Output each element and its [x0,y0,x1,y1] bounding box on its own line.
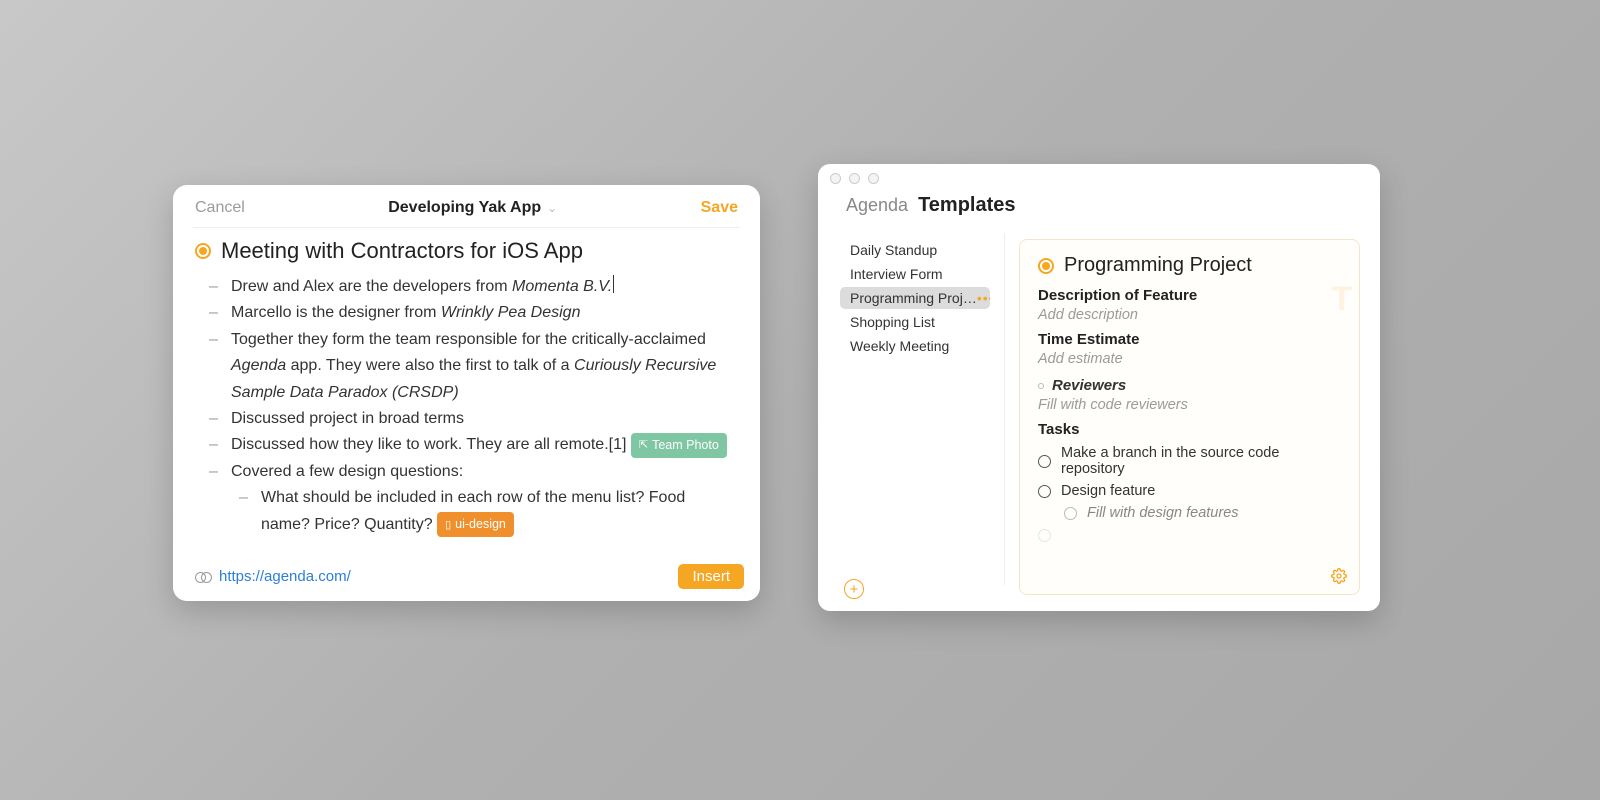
project-selector[interactable]: Developing Yak App ⌄ [388,199,557,217]
time-placeholder[interactable]: Add estimate [1038,351,1341,367]
sidebar-item-weekly-meeting[interactable]: Weekly Meeting [840,335,990,357]
divider [193,227,740,228]
sidebar-item-programming-project[interactable]: Programming Proj…••• [840,287,990,309]
project-title: Developing Yak App [388,199,541,217]
sidebar-item-label: Interview Form [850,266,943,282]
gear-icon[interactable] [1331,568,1347,584]
bullet-text: Drew and Alex are the developers from [231,278,512,295]
description-placeholder[interactable]: Add description [1038,307,1341,323]
task-text [1061,527,1065,543]
checkbox-icon[interactable] [1038,529,1051,542]
attachment-chip[interactable]: ⇱Team Photo [631,433,727,458]
bullet-text: Marcello is the designer from [231,304,441,321]
sidebar-item-daily-standup[interactable]: Daily Standup [840,239,990,261]
tasks-list: Make a branch in the source code reposit… [1038,442,1341,546]
bullet-emphasis: Wrinkly Pea Design [441,304,581,321]
sidebar-item-interview-form[interactable]: Interview Form [840,263,990,285]
task-row[interactable]: Fill with design features [1038,502,1341,524]
bullet-text: Discussed project in broad terms [231,406,730,432]
cancel-button[interactable]: Cancel [195,199,245,217]
bullet-emphasis: Momenta B.V. [512,278,612,295]
minimize-traffic-light[interactable] [849,173,860,184]
tag-icon: ▯ [445,516,451,534]
bullet-text: Discussed how they like to work. They ar… [231,436,631,453]
bullet-icon [1038,383,1044,389]
attachment-icon: ⇱ [639,436,648,454]
insert-button[interactable]: Insert [678,564,744,589]
editor-header: Cancel Developing Yak App ⌄ Save [173,185,760,227]
task-row[interactable]: Make a branch in the source code reposit… [1038,442,1341,480]
templates-sidebar: Daily Standup Interview Form Programming… [840,239,990,595]
section-time-heading: Time Estimate [1038,331,1341,348]
template-title[interactable]: Programming Project [1064,254,1252,277]
reviewers-placeholder[interactable]: Fill with code reviewers [1038,397,1341,413]
link-icon [195,572,211,582]
agenda-dot-icon [1038,258,1054,274]
sidebar-item-label: Daily Standup [850,242,937,258]
task-text: Make a branch in the source code reposit… [1061,445,1341,477]
chip-label: Team Photo [652,435,719,456]
window-controls [818,164,1380,184]
task-row[interactable] [1038,524,1341,546]
section-description-heading: Description of Feature [1038,287,1341,304]
section-reviewers-heading: Reviewers [1052,377,1126,394]
tab-bar: Agenda Templates [818,184,1380,221]
task-text: Fill with design features [1087,505,1239,521]
link-url: https://agenda.com/ [219,568,351,585]
more-icon[interactable]: ••• [977,290,990,306]
text-cursor [613,275,614,293]
chip-label: ui-design [455,514,506,535]
note-title[interactable]: Meeting with Contractors for iOS App [221,238,583,264]
vertical-separator [1004,233,1005,585]
checkbox-icon[interactable] [1038,455,1051,468]
editor-footer: https://agenda.com/ Insert [173,554,760,601]
section-tasks-heading: Tasks [1038,421,1341,438]
tag-chip[interactable]: ▯ui-design [437,512,514,537]
bullet-emphasis: Agenda [231,357,286,374]
sidebar-item-label: Shopping List [850,314,935,330]
bullet-text: Covered a few design questions: [231,459,730,485]
bullet-text: app. They were also the first to talk of… [286,357,574,374]
chevron-down-icon: ⌄ [547,201,557,215]
note-editor-card: Cancel Developing Yak App ⌄ Save Meeting… [173,185,760,601]
zoom-traffic-light[interactable] [868,173,879,184]
note-body[interactable]: Meeting with Contractors for iOS App Dre… [173,234,760,554]
sidebar-item-label: Programming Proj… [850,290,977,306]
save-button[interactable]: Save [701,199,738,217]
add-template-button[interactable]: + [844,579,864,599]
checkbox-icon[interactable] [1064,507,1077,520]
task-row[interactable]: Design feature [1038,480,1341,502]
task-text: Design feature [1061,483,1155,499]
note-bullets[interactable]: Drew and Alex are the developers from Mo… [195,274,730,538]
template-preview: T Programming Project Description of Fea… [1019,239,1360,595]
checkbox-icon[interactable] [1038,485,1051,498]
tab-agenda[interactable]: Agenda [846,195,908,216]
sidebar-item-label: Weekly Meeting [850,338,949,354]
agenda-dot-icon [195,243,211,259]
sidebar-item-shopping-list[interactable]: Shopping List [840,311,990,333]
close-traffic-light[interactable] [830,173,841,184]
link-display[interactable]: https://agenda.com/ [195,568,351,585]
tab-templates[interactable]: Templates [918,194,1015,217]
templates-window: Agenda Templates Daily Standup Interview… [818,164,1380,611]
bullet-text: Together they form the team responsible … [231,331,706,348]
